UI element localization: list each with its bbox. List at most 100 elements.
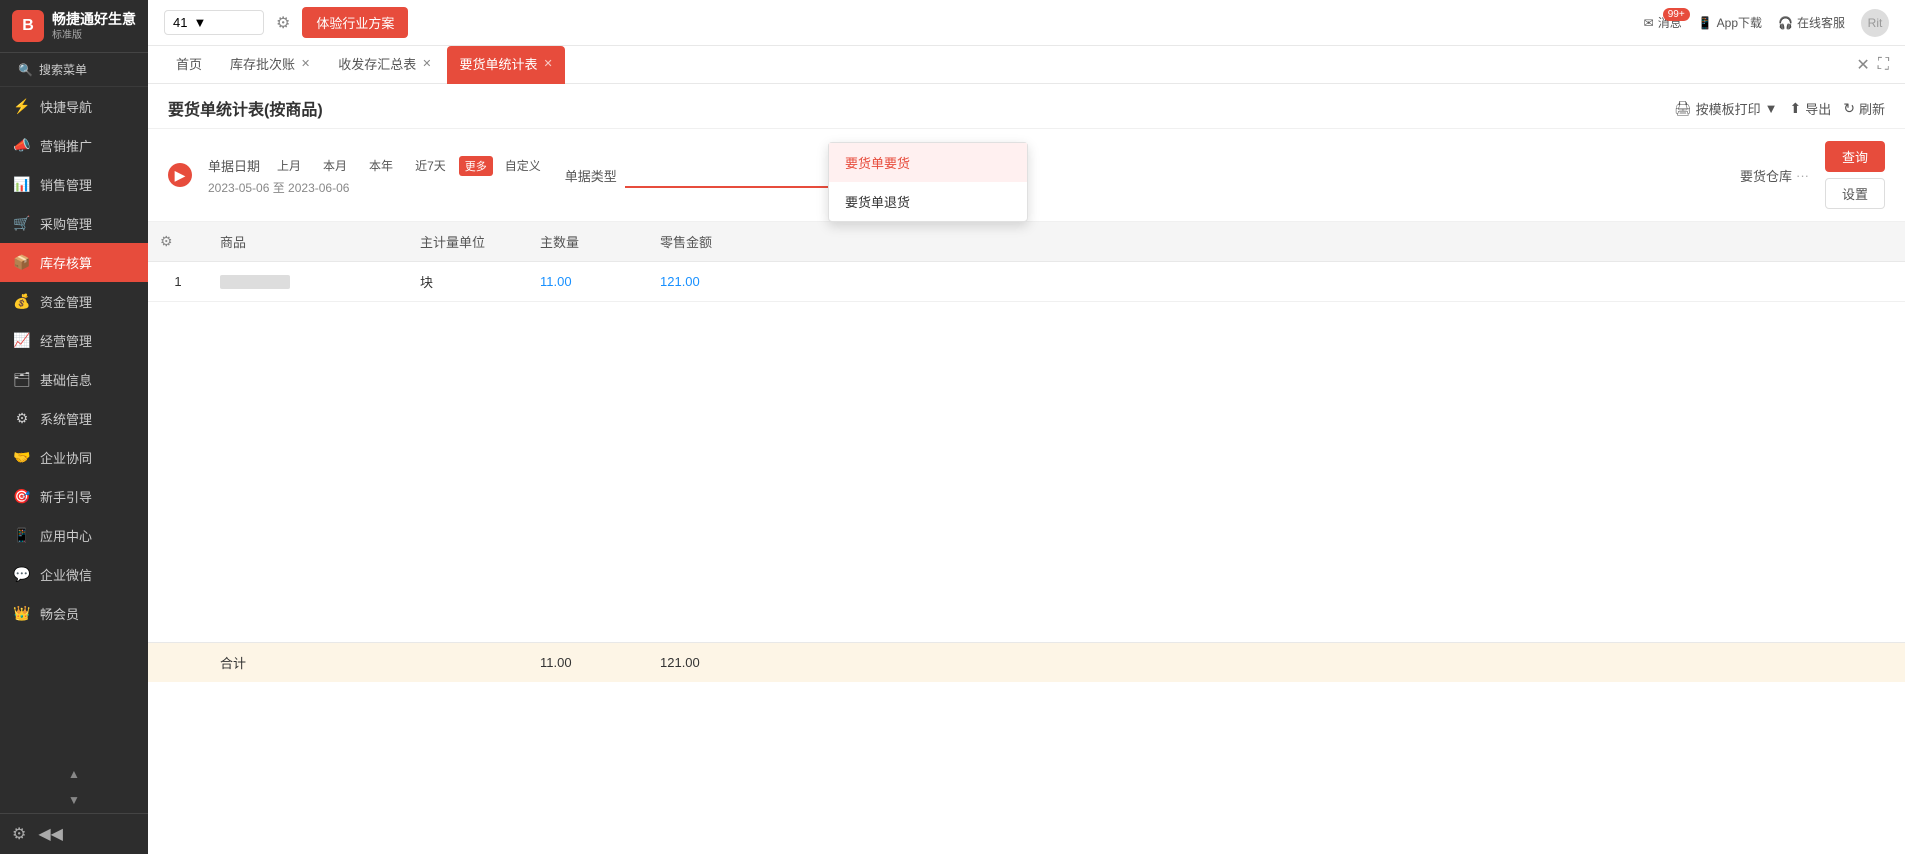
sidebar-item-basic[interactable]: 🗂 基础信息 <box>0 360 148 399</box>
sidebar-nav: ⚡ 快捷导航 📣 营销推广 📊 销售管理 🛒 采购管理 📦 库存核算 💰 资金管… <box>0 87 148 761</box>
header-settings-icon[interactable]: ⚙ <box>276 13 290 33</box>
table-container: ⚙ 商品 主计量单位 主数量 零售金额 1 <box>148 222 1905 302</box>
filter-expand-btn[interactable]: ▶ <box>168 163 192 187</box>
date-range-text: 2023-05-06 至 2023-06-06 <box>208 179 549 196</box>
date-current-year-btn[interactable]: 本年 <box>360 154 402 177</box>
tab-inventory-batch[interactable]: 库存批次账 ✕ <box>218 46 322 84</box>
dropdown-option-order-goods[interactable]: 要货单要货 <box>829 143 1027 182</box>
nav-icon-member: 👑 <box>12 605 32 622</box>
service-icon: 🎧 <box>1778 16 1793 30</box>
store-dropdown-icon: ▼ <box>193 15 206 30</box>
warehouse-label: 要货仓库 <box>1740 166 1792 185</box>
cell-amount[interactable]: 121.00 <box>648 262 768 302</box>
sidebar-item-purchase[interactable]: 🛒 采购管理 <box>0 204 148 243</box>
sidebar-item-enterprise[interactable]: 🤝 企业协同 <box>0 438 148 477</box>
footer-amount: 121.00 <box>648 655 768 670</box>
cell-quantity[interactable]: 11.00 <box>528 262 648 302</box>
type-label: 单据类型 <box>565 166 617 185</box>
messages-btn[interactable]: ✉ 消息 99+ <box>1644 14 1682 31</box>
tab-receive-summary[interactable]: 收发存汇总表 ✕ <box>326 46 443 84</box>
tab-order-summary[interactable]: 要货单统计表 ✕ <box>447 46 564 84</box>
dropdown-option-order-return[interactable]: 要货单退货 <box>829 182 1027 221</box>
top-header: 41 ▼ ⚙ 体验行业方案 ✉ 消息 99+ 📱 App下载 🎧 在线客服 Ri… <box>148 0 1905 46</box>
store-number: 41 <box>173 15 187 30</box>
sidebar: B 畅捷通好生意 标准版 🔍 搜索菜单 ⚡ 快捷导航 📣 营销推广 📊 销售管理… <box>0 0 148 854</box>
date-quick-btns: 上月 本月 本年 近7天 更多 自定义 <box>268 154 549 177</box>
sidebar-item-inventory[interactable]: 📦 库存核算 <box>0 243 148 282</box>
nav-icon-finance: 💰 <box>12 293 32 310</box>
footer-label: 合计 <box>208 653 408 672</box>
settings-btn[interactable]: 设置 <box>1825 178 1885 209</box>
sidebar-logo: B 畅捷通好生意 标准版 <box>0 0 148 53</box>
logo-text: 畅捷通好生意 标准版 <box>52 10 136 41</box>
messages-icon: ✉ <box>1644 16 1654 30</box>
date-recent-btn[interactable]: 近7天 <box>406 154 455 177</box>
export-btn[interactable]: ⬆ 导出 <box>1790 99 1832 118</box>
date-more-btn[interactable]: 更多 <box>459 156 493 176</box>
col-header-product: 商品 <box>208 222 408 262</box>
page-header: 要货单统计表(按商品) 🖨 按模板打印 ▼ ⬆ 导出 ↻ 刷新 <box>148 84 1905 129</box>
query-btn[interactable]: 查询 <box>1825 141 1885 172</box>
filter-buttons: 查询 设置 <box>1825 141 1885 209</box>
sidebar-collapse-btn[interactable]: ◀◀ <box>38 824 63 844</box>
sidebar-item-operations[interactable]: 📈 经营管理 <box>0 321 148 360</box>
main-content: 41 ▼ ⚙ 体验行业方案 ✉ 消息 99+ 📱 App下载 🎧 在线客服 Ri… <box>148 0 1905 854</box>
print-btn[interactable]: 🖨 按模板打印 ▼ <box>1674 99 1778 118</box>
sidebar-item-quick-nav[interactable]: ⚡ 快捷导航 <box>0 87 148 126</box>
sidebar-item-system[interactable]: ⚙ 系统管理 <box>0 399 148 438</box>
cell-extra <box>768 262 1905 302</box>
store-selector[interactable]: 41 ▼ <box>164 10 264 35</box>
type-dropdown-popup: 要货单要货 要货单退货 <box>828 142 1028 222</box>
nav-icon-enterprise: 🤝 <box>12 449 32 466</box>
expand-icon: ▶ <box>175 167 186 184</box>
data-table: ⚙ 商品 主计量单位 主数量 零售金额 1 <box>148 222 1905 302</box>
tab-close-receive-summary[interactable]: ✕ <box>422 57 431 70</box>
tabs-right-controls: ✕ ⛶ <box>1856 55 1889 75</box>
sidebar-item-member[interactable]: 👑 畅会员 <box>0 594 148 633</box>
trial-btn[interactable]: 体验行业方案 <box>302 7 408 38</box>
print-dropdown-icon: ▼ <box>1765 101 1778 116</box>
logo-icon: B <box>12 10 44 42</box>
cell-unit: 块 <box>408 262 528 302</box>
tab-close-all-btn[interactable]: ✕ <box>1856 55 1869 75</box>
tab-home[interactable]: 首页 <box>164 46 214 84</box>
sidebar-item-guide[interactable]: 🎯 新手引导 <box>0 477 148 516</box>
app-download-btn[interactable]: 📱 App下载 <box>1698 14 1762 31</box>
date-current-month-btn[interactable]: 本月 <box>314 154 356 177</box>
sidebar-item-marketing[interactable]: 📣 营销推广 <box>0 126 148 165</box>
nav-icon-operations: 📈 <box>12 332 32 349</box>
nav-icon-purchase: 🛒 <box>12 215 32 232</box>
search-icon: 🔍 <box>18 63 33 77</box>
user-avatar[interactable]: Rit <box>1861 9 1889 37</box>
sidebar-scroll-up[interactable]: ▲ <box>66 765 82 783</box>
page-actions: 🖨 按模板打印 ▼ ⬆ 导出 ↻ 刷新 <box>1674 99 1885 118</box>
tab-close-inventory-batch[interactable]: ✕ <box>301 57 310 70</box>
sidebar-item-sales[interactable]: 📊 销售管理 <box>0 165 148 204</box>
footer-quantity: 11.00 <box>528 655 648 670</box>
refresh-icon: ↻ <box>1843 100 1855 117</box>
refresh-btn[interactable]: ↻ 刷新 <box>1843 99 1885 118</box>
header-right: ✉ 消息 99+ 📱 App下载 🎧 在线客服 Rit <box>1644 9 1889 37</box>
export-icon: ⬆ <box>1790 100 1802 117</box>
page-container: 要货单统计表(按商品) 🖨 按模板打印 ▼ ⬆ 导出 ↻ 刷新 <box>148 84 1905 854</box>
sidebar-settings-btn[interactable]: ⚙ <box>12 824 26 844</box>
table-settings-icon[interactable]: ⚙ <box>160 233 173 249</box>
date-custom-btn[interactable]: 自定义 <box>497 155 549 176</box>
type-selector-container: 单据类型 ∧ <box>565 163 1724 188</box>
col-header-amount: 零售金额 <box>648 222 768 262</box>
sidebar-item-wechat[interactable]: 💬 企业微信 <box>0 555 148 594</box>
date-label: 单据日期 <box>208 156 260 175</box>
date-prev-month-btn[interactable]: 上月 <box>268 154 310 177</box>
app-icon: 📱 <box>1698 16 1713 30</box>
online-service-btn[interactable]: 🎧 在线客服 <box>1778 14 1845 31</box>
sidebar-scroll-down[interactable]: ▼ <box>66 791 82 809</box>
nav-icon-wechat: 💬 <box>12 566 32 583</box>
search-menu-btn[interactable]: 🔍 搜索菜单 <box>0 53 148 87</box>
sidebar-item-appstore[interactable]: 📱 应用中心 <box>0 516 148 555</box>
tab-maximize-btn[interactable]: ⛶ <box>1878 56 1889 74</box>
tabs-bar: 首页 库存批次账 ✕ 收发存汇总表 ✕ 要货单统计表 ✕ ✕ ⛶ <box>148 46 1905 84</box>
warehouse-more-icon[interactable]: ··· <box>1796 168 1809 183</box>
sidebar-item-finance[interactable]: 💰 资金管理 <box>0 282 148 321</box>
nav-icon-system: ⚙ <box>12 410 32 427</box>
tab-close-order-summary[interactable]: ✕ <box>544 57 553 70</box>
